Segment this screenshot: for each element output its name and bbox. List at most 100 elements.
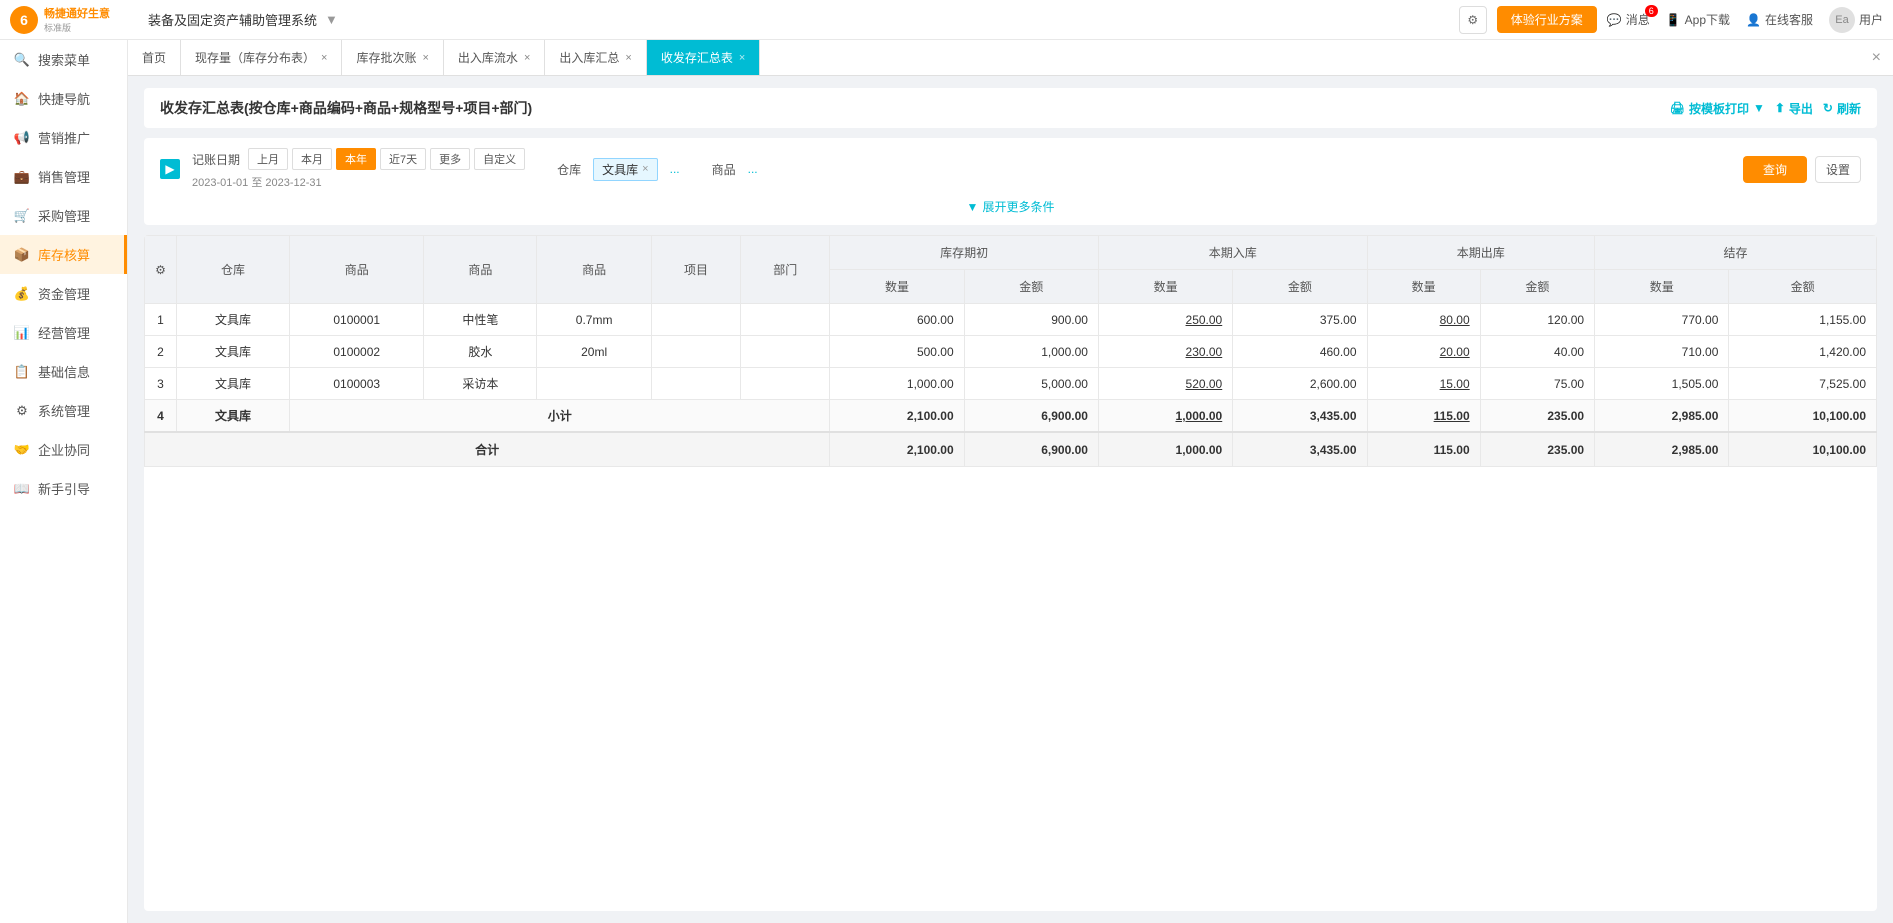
app-download-item[interactable]: 📱 App下载 [1666, 11, 1730, 28]
tab-close-inout-flow[interactable]: × [524, 52, 530, 64]
settings-icon-button[interactable]: ⚙ [1459, 6, 1487, 34]
filter-bar: ▶ 记账日期 上月 本月 本年 近7天 更多 自定义 [144, 138, 1877, 225]
cell-goods-spec: 20ml [537, 336, 651, 368]
date-shortcuts: 上月 本月 本年 近7天 更多 自定义 [248, 148, 525, 170]
print-button[interactable]: 🖨 按模板打印 ▼ [1670, 100, 1765, 117]
cell-opening-qty: 1,000.00 [830, 368, 964, 400]
sidebar-item-quick-nav[interactable]: 🏠 快捷导航 [0, 79, 127, 118]
cell-closing-qty: 770.00 [1595, 304, 1729, 336]
home-icon: 🏠 [14, 91, 30, 107]
sidebar-item-purchase[interactable]: 🛒 采购管理 [0, 196, 127, 235]
print-dropdown-icon: ▼ [1753, 101, 1765, 115]
top-header: 6 畅捷通好生意 标准版 装备及固定资产辅助管理系统 ▼ ⚙ 体验行业方案 💬 … [0, 0, 1893, 40]
col-in-amount: 金额 [1233, 270, 1367, 304]
message-icon: 💬 [1607, 13, 1622, 27]
filter-row-1: ▶ 记账日期 上月 本月 本年 近7天 更多 自定义 [160, 148, 1861, 190]
cell-no-subtotal: 4 [145, 400, 177, 433]
export-button[interactable]: ⬆ 导出 [1775, 100, 1813, 117]
close-all-tabs-button[interactable]: × [1860, 49, 1893, 67]
total-label: 合计 [145, 432, 830, 467]
col-out-qty: 数量 [1367, 270, 1480, 304]
cell-in-qty[interactable]: 250.00 [1098, 304, 1232, 336]
cell-opening-amount: 5,000.00 [964, 368, 1098, 400]
date-label: 记账日期 [192, 151, 240, 168]
data-table: ⚙ 仓库 商品 商品 商品 项目 部门 库存期初 本期入库 本期出库 结存 [144, 235, 1877, 467]
cell-out-qty[interactable]: 15.00 [1367, 368, 1480, 400]
sidebar-label-basics: 基础信息 [38, 362, 90, 381]
date-btn-7days[interactable]: 近7天 [380, 148, 426, 170]
cell-warehouse: 文具库 [177, 304, 290, 336]
sidebar-item-guide[interactable]: 📖 新手引导 [0, 469, 127, 508]
logo-icon: 6 [10, 6, 38, 34]
cell-in-qty[interactable]: 520.00 [1098, 368, 1232, 400]
table-footer: 合计 2,100.00 6,900.00 1,000.00 3,435.00 1… [145, 432, 1877, 467]
sidebar-item-marketing[interactable]: 📢 营销推广 [0, 118, 127, 157]
warehouse-tag-close[interactable]: × [642, 163, 648, 175]
trial-button[interactable]: 体验行业方案 [1497, 6, 1597, 33]
tab-inout-summary[interactable]: 出入库汇总 × [545, 40, 646, 76]
filter-settings-button[interactable]: 设置 [1815, 156, 1861, 183]
col-group-opening: 库存期初 [830, 236, 1099, 270]
tab-close-batch[interactable]: × [422, 52, 428, 64]
tab-bar: 首页 现存量（库存分布表） × 库存批次账 × 出入库流水 × 出入库汇总 × … [128, 40, 1893, 76]
date-btn-this-month[interactable]: 本月 [292, 148, 332, 170]
cell-subtotal-out-qty[interactable]: 115.00 [1367, 400, 1480, 433]
tab-close-inventory-dist[interactable]: × [321, 52, 327, 64]
phone-icon: 📱 [1666, 13, 1681, 27]
user-item[interactable]: Ea 用户 [1829, 7, 1883, 33]
tab-receipt-summary[interactable]: 收发存汇总表 × [647, 40, 760, 76]
col-group-closing: 结存 [1595, 236, 1877, 270]
refresh-button[interactable]: ↻ 刷新 [1823, 100, 1861, 117]
query-button[interactable]: 查询 [1743, 156, 1807, 183]
sidebar-item-basics[interactable]: 📋 基础信息 [0, 352, 127, 391]
date-range: 2023-01-01 至 2023-12-31 [192, 174, 525, 190]
col-out-amount: 金额 [1480, 270, 1594, 304]
sidebar-item-inventory[interactable]: 📦 库存核算 [0, 235, 127, 274]
cell-no: 2 [145, 336, 177, 368]
cell-closing-amount: 7,525.00 [1729, 368, 1877, 400]
col-settings[interactable]: ⚙ [145, 236, 177, 304]
online-service-item[interactable]: 👤 在线客服 [1746, 11, 1813, 28]
date-btn-more[interactable]: 更多 [430, 148, 470, 170]
sidebar-item-finance[interactable]: 💰 资金管理 [0, 274, 127, 313]
cell-closing-qty: 1,505.00 [1595, 368, 1729, 400]
cell-project [651, 336, 740, 368]
message-item[interactable]: 💬 消息 6 [1607, 11, 1650, 28]
sidebar-item-operations[interactable]: 📊 经营管理 [0, 313, 127, 352]
tab-home[interactable]: 首页 [128, 40, 181, 76]
cell-in-qty[interactable]: 230.00 [1098, 336, 1232, 368]
date-btn-custom[interactable]: 自定义 [474, 148, 525, 170]
printer-icon: 🖨 [1670, 101, 1685, 115]
cell-subtotal-closing-qty: 2,985.00 [1595, 400, 1729, 433]
cell-out-qty[interactable]: 20.00 [1367, 336, 1480, 368]
sidebar-item-enterprise[interactable]: 🤝 企业协同 [0, 430, 127, 469]
tab-close-receipt-summary[interactable]: × [739, 52, 745, 64]
sidebar-item-system[interactable]: ⚙ 系统管理 [0, 391, 127, 430]
tab-close-inout-summary[interactable]: × [625, 52, 631, 64]
cell-department [741, 368, 830, 400]
sidebar-item-sales[interactable]: 💼 销售管理 [0, 157, 127, 196]
col-department-header: 部门 [741, 236, 830, 304]
date-btn-this-year[interactable]: 本年 [336, 148, 376, 170]
expand-conditions-button[interactable]: ▼ 展开更多条件 [967, 198, 1055, 215]
cell-out-qty[interactable]: 80.00 [1367, 304, 1480, 336]
goods-more[interactable]: ... [748, 162, 758, 176]
tab-inventory-dist[interactable]: 现存量（库存分布表） × [181, 40, 342, 76]
tab-batch[interactable]: 库存批次账 × [342, 40, 443, 76]
warehouse-label: 仓库 [557, 161, 581, 178]
tab-inout-flow[interactable]: 出入库流水 × [444, 40, 545, 76]
cell-project [651, 304, 740, 336]
date-btn-last-month[interactable]: 上月 [248, 148, 288, 170]
cell-closing-amount: 1,155.00 [1729, 304, 1877, 336]
sidebar-item-search[interactable]: 🔍 搜索菜单 [0, 40, 127, 79]
cell-project [651, 368, 740, 400]
warehouse-more[interactable]: ... [670, 162, 680, 176]
goods-label: 商品 [712, 161, 736, 178]
sidebar-label-sales: 销售管理 [38, 167, 90, 186]
total-opening-qty: 2,100.00 [830, 432, 964, 467]
cell-in-amount: 460.00 [1233, 336, 1367, 368]
cell-opening-qty: 500.00 [830, 336, 964, 368]
cell-in-amount: 375.00 [1233, 304, 1367, 336]
cell-subtotal-in-qty[interactable]: 1,000.00 [1098, 400, 1232, 433]
filter-toggle-arrow[interactable]: ▶ [160, 159, 180, 179]
